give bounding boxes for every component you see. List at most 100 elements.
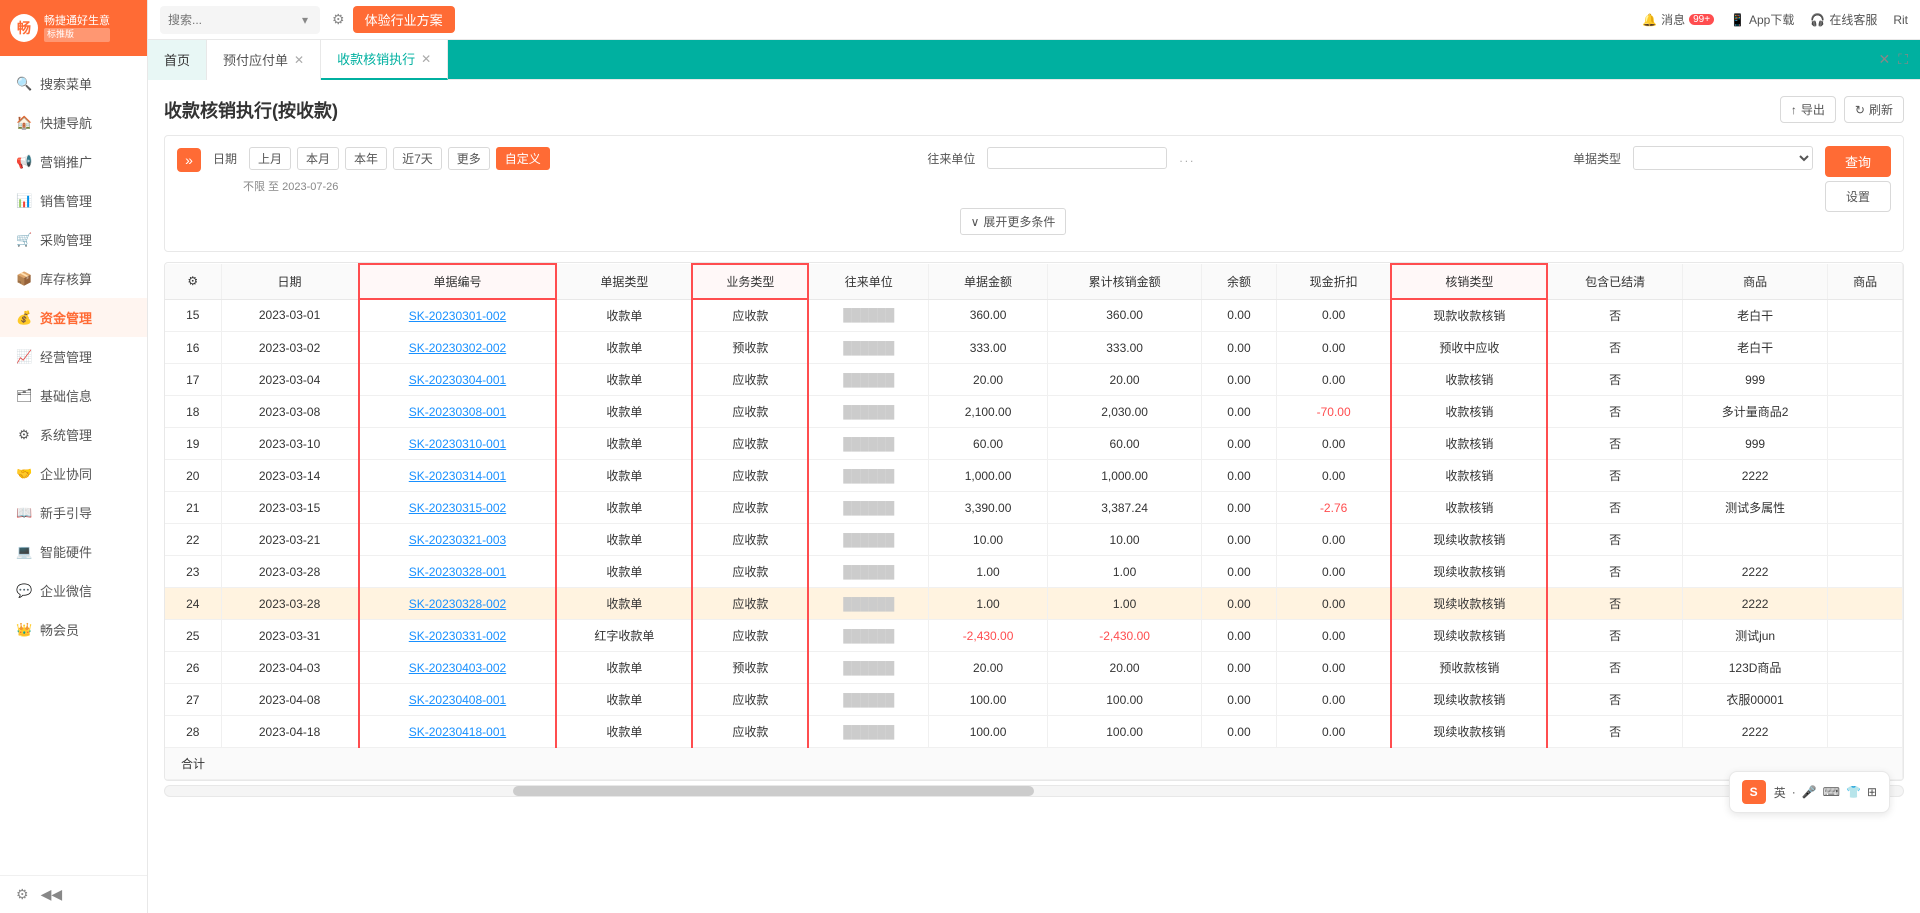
table-cell[interactable]: SK-20230403-002 — [359, 652, 557, 684]
horizontal-scrollbar[interactable] — [164, 785, 1904, 797]
table-cell: 16 — [165, 332, 221, 364]
sidebar-item-guide[interactable]: 📖 新手引导 — [0, 493, 147, 532]
table-cell: 0.00 — [1276, 684, 1391, 716]
table-cell[interactable]: SK-20230418-001 — [359, 716, 557, 748]
table-cell[interactable]: SK-20230331-002 — [359, 620, 557, 652]
filter-date-more[interactable]: 更多 — [448, 147, 490, 170]
logo-line1: 畅捷通好生意 — [44, 14, 110, 28]
table-row[interactable]: 272023-04-08SK-20230408-001收款单应收款██████1… — [165, 684, 1903, 716]
table-row[interactable]: 212023-03-15SK-20230315-002收款单应收款██████3… — [165, 492, 1903, 524]
sidebar-item-capital[interactable]: 💰 资金管理 — [0, 298, 147, 337]
table-row[interactable]: 222023-03-21SK-20230321-003收款单应收款██████1… — [165, 524, 1903, 556]
filter-date-label: 日期 — [213, 150, 237, 167]
table-row[interactable]: 252023-03-31SK-20230331-002红字收款单应收款█████… — [165, 620, 1903, 652]
table-row[interactable]: 172023-03-04SK-20230304-001收款单应收款██████2… — [165, 364, 1903, 396]
table-cell[interactable]: SK-20230310-001 — [359, 428, 557, 460]
sidebar-label-basic: 基础信息 — [40, 386, 92, 405]
maximize-icon[interactable]: ⛶ — [1898, 51, 1908, 68]
sidebar-item-basic[interactable]: 🗂 基础信息 — [0, 376, 147, 415]
table-cell[interactable]: SK-20230304-001 — [359, 364, 557, 396]
table-row[interactable]: 202023-03-14SK-20230314-001收款单应收款██████1… — [165, 460, 1903, 492]
filter-date-thisyear[interactable]: 本年 — [345, 147, 387, 170]
table-row[interactable]: 192023-03-10SK-20230310-001收款单应收款██████6… — [165, 428, 1903, 460]
tab-prepay-close[interactable]: ✕ — [294, 53, 304, 67]
filter-query-btn[interactable]: 查询 — [1825, 146, 1891, 177]
filter-toggle-btn[interactable]: » — [177, 148, 201, 172]
page-header-actions: ↑ 导出 ↻ 刷新 — [1780, 96, 1904, 123]
table-cell[interactable]: SK-20230328-001 — [359, 556, 557, 588]
table-cell[interactable]: SK-20230408-001 — [359, 684, 557, 716]
sidebar-item-wechat[interactable]: 💬 企业微信 — [0, 571, 147, 610]
table-row[interactable]: 232023-03-28SK-20230328-001收款单应收款██████1… — [165, 556, 1903, 588]
table-cell: 收款单 — [556, 332, 692, 364]
system-icon: ⚙ — [16, 427, 32, 443]
table-cell[interactable]: SK-20230314-001 — [359, 460, 557, 492]
tab-collection-close[interactable]: ✕ — [421, 52, 431, 66]
sidebar-item-purchase[interactable]: 🛒 采购管理 — [0, 220, 147, 259]
filter-expand-btn[interactable]: ∨ 展开更多条件 — [960, 208, 1067, 235]
user-btn[interactable]: Rit — [1893, 13, 1908, 27]
online-service-btn[interactable]: 🎧 在线客服 — [1810, 11, 1877, 28]
table-row[interactable]: 262023-04-03SK-20230403-002收款单预收款██████2… — [165, 652, 1903, 684]
tab-collection-label: 收款核销执行 — [337, 49, 415, 68]
notification-btn[interactable]: 🔔 消息 99+ — [1642, 11, 1714, 28]
filter-voucher-select[interactable] — [1633, 146, 1813, 170]
topbar-search-input[interactable] — [168, 13, 298, 27]
collapse-icon[interactable]: ◀◀ — [41, 886, 63, 903]
sidebar-item-sales[interactable]: 📊 销售管理 — [0, 181, 147, 220]
tabbar: 首页 预付应付单 ✕ 收款核销执行 ✕ ✕ ⛶ — [148, 40, 1920, 80]
filter-settings-btn[interactable]: 设置 — [1825, 181, 1891, 212]
topbar-gear-icon[interactable]: ⚙ — [332, 11, 345, 28]
table-cell[interactable]: SK-20230315-002 — [359, 492, 557, 524]
close-window-icon[interactable]: ✕ — [1878, 51, 1890, 68]
keyboard-icon[interactable]: ⌨ — [1823, 785, 1840, 799]
table-cell[interactable]: SK-20230301-002 — [359, 299, 557, 332]
sidebar-item-inventory[interactable]: 📦 库存核算 — [0, 259, 147, 298]
filter-date-7days[interactable]: 近7天 — [393, 147, 442, 170]
table-row[interactable]: 282023-04-18SK-20230418-001收款单应收款██████1… — [165, 716, 1903, 748]
tab-prepay[interactable]: 预付应付单 ✕ — [207, 40, 321, 80]
table-cell: 收款核销 — [1391, 460, 1547, 492]
sidebar-item-member[interactable]: 👑 畅会员 — [0, 610, 147, 649]
app-download-btn[interactable]: 📱 App下载 — [1730, 11, 1794, 28]
settings-bottom-icon[interactable]: ⚙ — [16, 886, 29, 903]
filter-customer-input[interactable] — [987, 147, 1167, 169]
table-cell: 0.00 — [1202, 556, 1277, 588]
scrollbar-thumb[interactable] — [513, 786, 1034, 796]
mic-icon[interactable]: 🎤 — [1802, 785, 1817, 799]
sidebar-item-operation[interactable]: 📈 经营管理 — [0, 337, 147, 376]
refresh-btn[interactable]: ↻ 刷新 — [1844, 96, 1904, 123]
english-icon[interactable]: 英 — [1774, 784, 1786, 801]
tab-home[interactable]: 首页 — [148, 40, 207, 80]
table-row[interactable]: 152023-03-01SK-20230301-002收款单应收款██████3… — [165, 299, 1903, 332]
table-cell[interactable]: SK-20230321-003 — [359, 524, 557, 556]
topbar-dropdown-arrow[interactable]: ▾ — [302, 13, 308, 27]
sidebar-item-quicknav[interactable]: 🏠 快捷导航 — [0, 103, 147, 142]
table-cell[interactable]: SK-20230308-001 — [359, 396, 557, 428]
filter-date-lastmonth[interactable]: 上月 — [249, 147, 291, 170]
filter-date-thismonth[interactable]: 本月 — [297, 147, 339, 170]
sidebar-item-hardware[interactable]: 💻 智能硬件 — [0, 532, 147, 571]
table-cell: 3,390.00 — [929, 492, 1048, 524]
table-row[interactable]: 162023-03-02SK-20230302-002收款单预收款██████3… — [165, 332, 1903, 364]
sidebar-item-marketing[interactable]: 📢 营销推广 — [0, 142, 147, 181]
table-cell: 多计量商品2 — [1682, 396, 1827, 428]
grid-icon[interactable]: ⊞ — [1867, 785, 1877, 799]
col-gear[interactable]: ⚙ — [165, 264, 221, 299]
solution-btn[interactable]: 体验行业方案 — [353, 6, 455, 33]
table-cell[interactable]: SK-20230328-002 — [359, 588, 557, 620]
sidebar-item-enterprise[interactable]: 🤝 企业协同 — [0, 454, 147, 493]
filter-date-custom[interactable]: 自定义 — [496, 147, 550, 170]
table-row[interactable]: 182023-03-08SK-20230308-001收款单应收款██████2… — [165, 396, 1903, 428]
sidebar-item-search[interactable]: 🔍 搜索菜单 — [0, 64, 147, 103]
sidebar-item-system[interactable]: ⚙ 系统管理 — [0, 415, 147, 454]
table-row[interactable]: 242023-03-28SK-20230328-002收款单应收款██████1… — [165, 588, 1903, 620]
export-btn[interactable]: ↑ 导出 — [1780, 96, 1836, 123]
table-cell: -2,430.00 — [1047, 620, 1201, 652]
table-cell[interactable]: SK-20230302-002 — [359, 332, 557, 364]
shirt-icon[interactable]: 👕 — [1846, 785, 1861, 799]
table-cell: 现续收款核销 — [1391, 684, 1547, 716]
table-cell: 0.00 — [1276, 652, 1391, 684]
topbar-search-wrap: ▾ — [160, 6, 320, 34]
tab-collection[interactable]: 收款核销执行 ✕ — [321, 40, 448, 80]
